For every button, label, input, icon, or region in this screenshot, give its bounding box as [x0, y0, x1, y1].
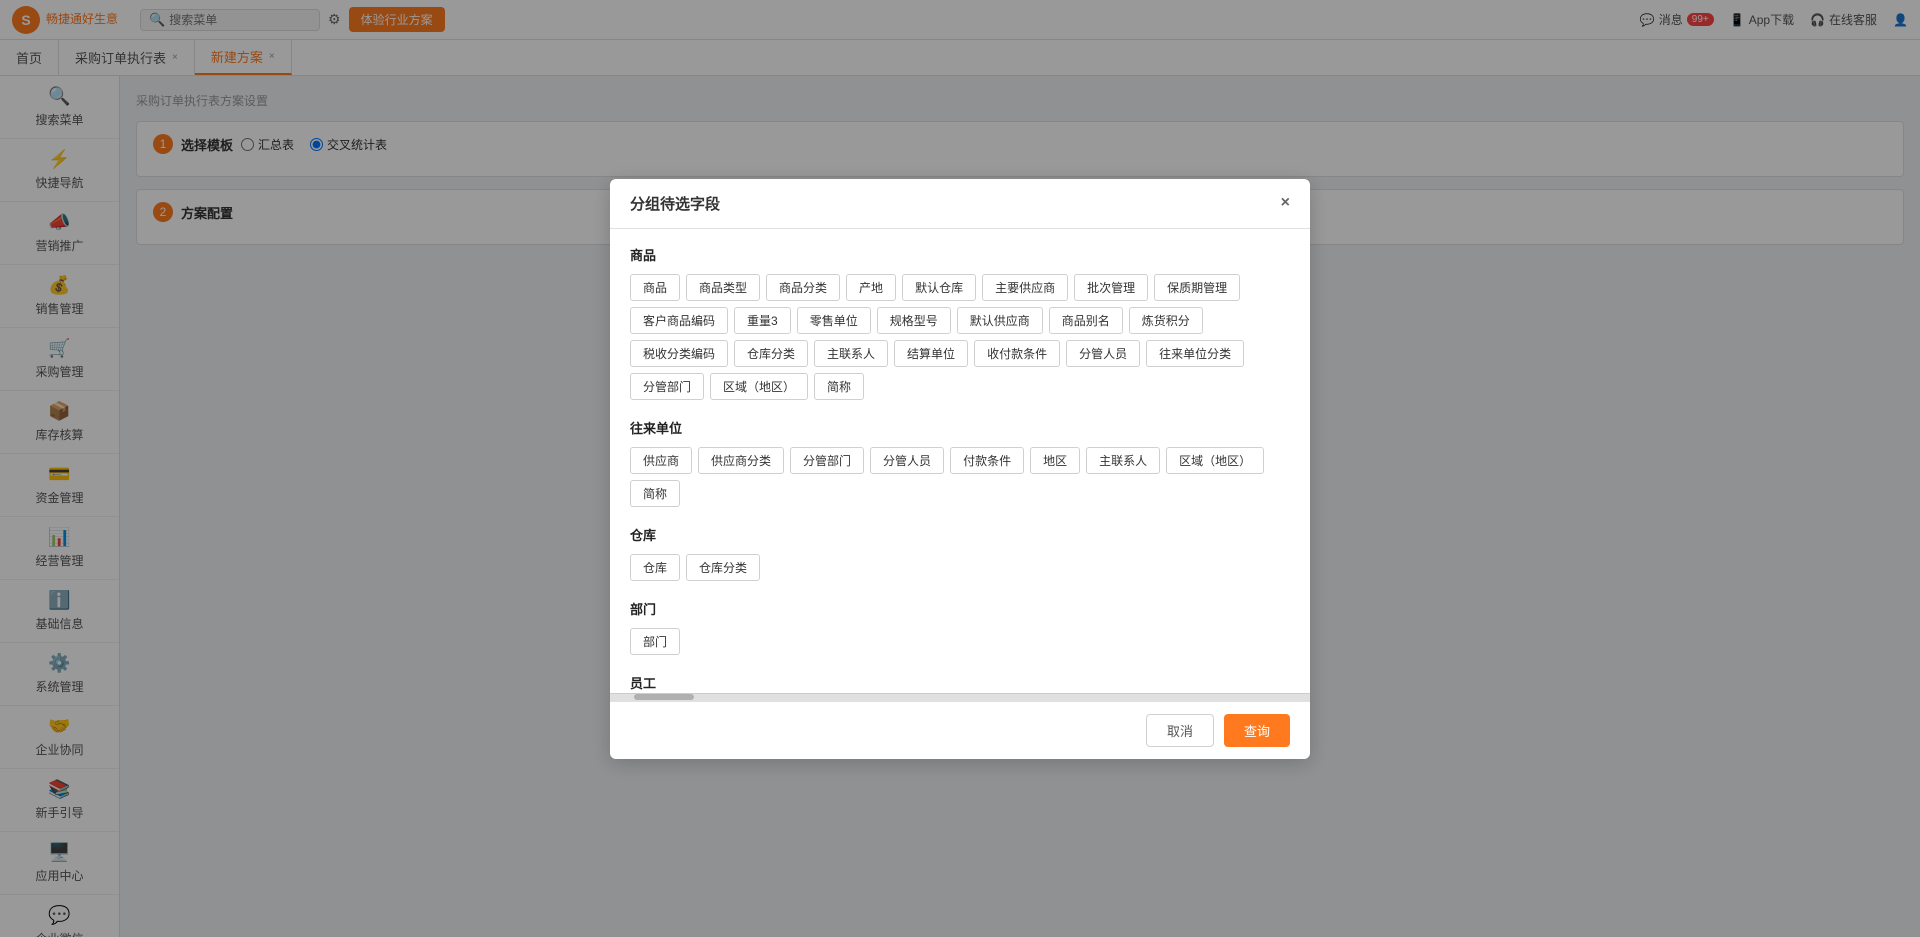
field-tag[interactable]: 规格型号: [877, 307, 951, 334]
field-tags-partners: 供应商供应商分类分管部门分管人员付款条件地区主联系人区域（地区） 简称: [630, 447, 1290, 507]
field-tag[interactable]: 炼货积分: [1129, 307, 1203, 334]
field-tag[interactable]: 分管部门: [630, 373, 704, 400]
field-tag[interactable]: 默认供应商: [957, 307, 1043, 334]
field-tags-warehouse: 仓库仓库分类: [630, 554, 1290, 581]
field-tag[interactable]: 分管部门: [790, 447, 864, 474]
field-tag[interactable]: 零售单位: [797, 307, 871, 334]
field-tag[interactable]: 税收分类编码: [630, 340, 728, 367]
field-group-title-warehouse: 仓库: [630, 525, 1290, 544]
field-tag[interactable]: 付款条件: [950, 447, 1024, 474]
field-group-goods: 商品商品商品类型商品分类产地默认仓库主要供应商批次管理保质期管理客户商品编码重量…: [630, 245, 1290, 400]
field-tag[interactable]: 仓库: [630, 554, 680, 581]
field-group-employee: 员工业务员: [630, 673, 1290, 693]
field-group-partners: 往来单位供应商供应商分类分管部门分管人员付款条件地区主联系人区域（地区） 简称: [630, 418, 1290, 507]
field-tag[interactable]: 商品别名: [1049, 307, 1123, 334]
field-tag[interactable]: 客户商品编码: [630, 307, 728, 334]
field-tag[interactable]: 分管人员: [870, 447, 944, 474]
field-group-title-department: 部门: [630, 599, 1290, 618]
field-group-title-employee: 员工: [630, 673, 1290, 692]
field-tag[interactable]: 简称: [630, 480, 680, 507]
field-tag[interactable]: 商品: [630, 274, 680, 301]
scroll-thumb: [634, 694, 694, 700]
field-tag[interactable]: 供应商: [630, 447, 692, 474]
field-tags-goods: 商品商品类型商品分类产地默认仓库主要供应商批次管理保质期管理客户商品编码重量3零…: [630, 274, 1290, 400]
field-tag[interactable]: 往来单位分类: [1146, 340, 1244, 367]
modal-footer: 取消 查询: [610, 701, 1310, 759]
field-tag[interactable]: 批次管理: [1074, 274, 1148, 301]
field-tag[interactable]: 分管人员: [1066, 340, 1140, 367]
modal-header: 分组待选字段 ×: [610, 179, 1310, 229]
field-tag[interactable]: 部门: [630, 628, 680, 655]
horizontal-scrollbar[interactable]: [610, 693, 1310, 701]
modal-body: 商品商品商品类型商品分类产地默认仓库主要供应商批次管理保质期管理客户商品编码重量…: [610, 229, 1310, 693]
field-tag[interactable]: 结算单位: [894, 340, 968, 367]
field-tag[interactable]: 商品分类: [766, 274, 840, 301]
field-tags-department: 部门: [630, 628, 1290, 655]
field-tag[interactable]: 商品类型: [686, 274, 760, 301]
field-group-department: 部门部门: [630, 599, 1290, 655]
field-tag[interactable]: 简称: [814, 373, 864, 400]
field-tag[interactable]: 默认仓库: [902, 274, 976, 301]
modal-overlay: 分组待选字段 × 商品商品商品类型商品分类产地默认仓库主要供应商批次管理保质期管…: [0, 0, 1920, 937]
field-tag[interactable]: 地区: [1030, 447, 1080, 474]
confirm-button[interactable]: 查询: [1224, 714, 1290, 747]
modal: 分组待选字段 × 商品商品商品类型商品分类产地默认仓库主要供应商批次管理保质期管…: [610, 179, 1310, 759]
field-group-title-goods: 商品: [630, 245, 1290, 264]
modal-title: 分组待选字段: [630, 193, 720, 214]
field-tag[interactable]: 主要供应商: [982, 274, 1068, 301]
field-tag[interactable]: 保质期管理: [1154, 274, 1240, 301]
field-group-title-partners: 往来单位: [630, 418, 1290, 437]
field-tag[interactable]: 主联系人: [814, 340, 888, 367]
field-tag[interactable]: 收付款条件: [974, 340, 1060, 367]
field-tag[interactable]: 区域（地区）: [1166, 447, 1264, 474]
modal-close-button[interactable]: ×: [1281, 194, 1290, 212]
field-tag[interactable]: 仓库分类: [686, 554, 760, 581]
field-tag[interactable]: 主联系人: [1086, 447, 1160, 474]
field-tag[interactable]: 仓库分类: [734, 340, 808, 367]
cancel-button[interactable]: 取消: [1146, 714, 1214, 747]
field-tag[interactable]: 供应商分类: [698, 447, 784, 474]
field-tag[interactable]: 重量3: [734, 307, 791, 334]
field-group-warehouse: 仓库仓库仓库分类: [630, 525, 1290, 581]
field-tag[interactable]: 产地: [846, 274, 896, 301]
field-tag[interactable]: 区域（地区）: [710, 373, 808, 400]
